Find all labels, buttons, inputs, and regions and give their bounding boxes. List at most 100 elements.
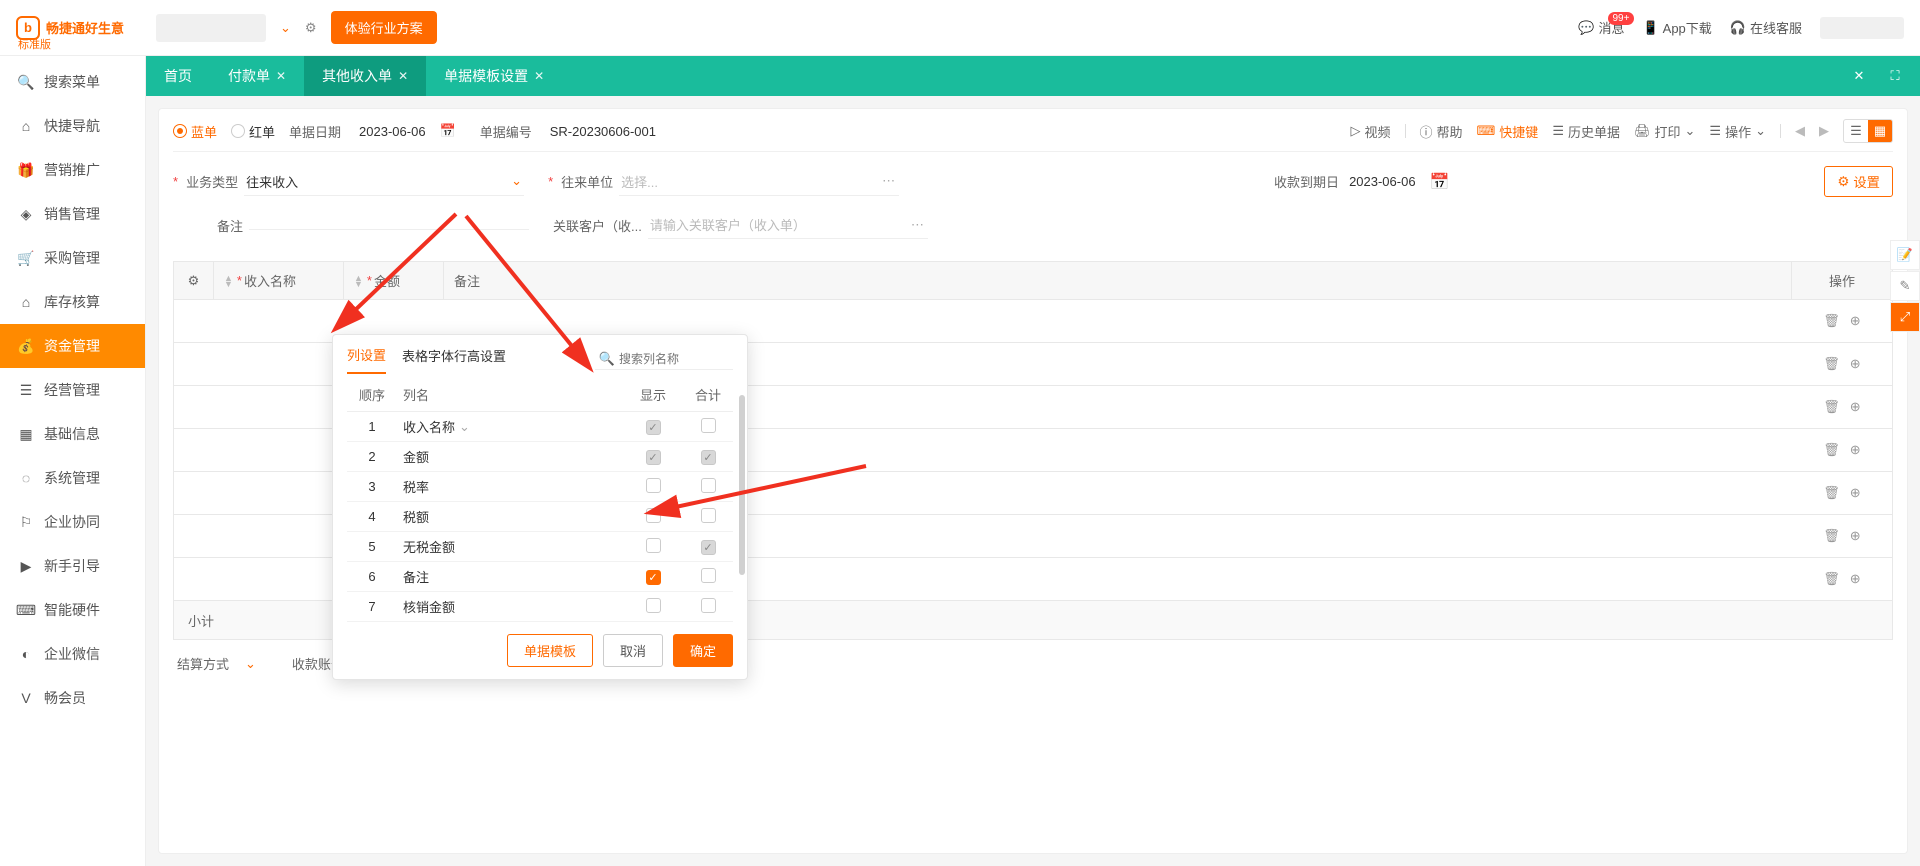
column-settings-trigger[interactable]: ⚙ [174,262,214,299]
view-list-icon[interactable]: ☰ [1844,120,1868,142]
radio-blue[interactable]: 蓝单 [173,122,217,141]
nav-funds[interactable]: 💰资金管理 [0,324,145,368]
copy-icon[interactable]: ⊕ [1850,442,1861,458]
close-icon[interactable]: ✕ [398,69,408,83]
delete-icon[interactable]: 🗑 [1823,571,1840,587]
settings-button[interactable]: ⚙设置 [1824,166,1893,197]
popup-column-row[interactable]: 3税率 [347,472,733,502]
checkbox-icon[interactable]: ✓ [701,540,716,555]
nav-member[interactable]: V畅会员 [0,676,145,720]
nav-management[interactable]: ☰经营管理 [0,368,145,412]
close-icon[interactable]: ✕ [534,69,544,83]
print-link[interactable]: 🖨打印⌄ [1634,122,1695,141]
copy-icon[interactable]: ⊕ [1850,399,1861,415]
popup-search[interactable]: 🔍 [595,349,733,370]
view-grid-icon[interactable]: ▦ [1868,120,1892,142]
party-select[interactable]: 选择...⋯ [619,168,899,196]
nav-search-menu[interactable]: 🔍搜索菜单 [0,60,145,104]
popup-search-input[interactable] [619,352,729,366]
delete-icon[interactable]: 🗑 [1823,485,1840,501]
th-remark[interactable]: 备注 [444,262,1792,299]
doc-date-value[interactable]: 2023-06-06 [359,124,426,139]
checkbox-icon[interactable] [701,478,716,493]
popup-scrollbar[interactable] [739,395,745,575]
delete-icon[interactable]: 🗑 [1823,399,1840,415]
messages-link[interactable]: 💬 消息 99+ [1578,18,1624,37]
delete-icon[interactable]: 🗑 [1823,528,1840,544]
copy-icon[interactable]: ⊕ [1850,528,1861,544]
chevron-down-icon[interactable]: ⌄ [280,20,291,36]
th-amount[interactable]: ▲▼*金额 [344,262,444,299]
close-all-icon[interactable]: ✕ [1846,63,1872,89]
float-expand-icon[interactable]: ⤢ [1890,302,1920,332]
checkbox-icon[interactable] [646,508,661,523]
linked-customer-input[interactable]: 请输入关联客户（收入单）⋯ [648,211,928,239]
try-industry-button[interactable]: 体验行业方案 [331,11,437,44]
checkbox-icon[interactable]: ✓ [646,420,661,435]
user-placeholder[interactable] [1820,17,1904,39]
app-download-link[interactable]: 📱 App下载 [1642,18,1711,37]
calendar-icon[interactable]: 📅 [1430,172,1450,192]
copy-icon[interactable]: ⊕ [1850,356,1861,372]
delete-icon[interactable]: 🗑 [1823,442,1840,458]
checkbox-icon[interactable]: ✓ [701,450,716,465]
nav-marketing[interactable]: 🎁营销推广 [0,148,145,192]
checkbox-icon[interactable]: ✓ [646,570,661,585]
popup-column-row[interactable]: 2金额✓✓ [347,442,733,472]
checkbox-icon[interactable] [701,418,716,433]
tab-payment[interactable]: 付款单✕ [210,56,304,96]
th-income-name[interactable]: ▲▼*收入名称 [214,262,344,299]
checkbox-icon[interactable]: ✓ [646,450,661,465]
customer-service-link[interactable]: 🎧 在线客服 [1730,18,1802,37]
fullscreen-icon[interactable]: ⛶ [1882,63,1908,89]
float-note-icon[interactable]: 📝 [1890,240,1920,270]
popup-column-row[interactable]: 4税额 [347,502,733,532]
chevron-down-icon[interactable]: ⌄ [245,656,256,672]
radio-red[interactable]: 红单 [231,122,275,141]
popup-tab-columns[interactable]: 列设置 [347,345,386,374]
checkbox-icon[interactable] [701,508,716,523]
checkbox-icon[interactable] [701,598,716,613]
nav-newbie[interactable]: ▶新手引导 [0,544,145,588]
copy-icon[interactable]: ⊕ [1850,313,1861,329]
popup-column-row[interactable]: 6备注✓ [347,562,733,592]
shortcut-link[interactable]: ⌨快捷键 [1477,122,1539,141]
help-link[interactable]: ⓘ帮助 [1420,122,1463,141]
tab-home[interactable]: 首页 [146,56,210,96]
nav-system[interactable]: ◌系统管理 [0,456,145,500]
org-selector-placeholder[interactable] [156,14,266,42]
nav-hardware[interactable]: ⌨智能硬件 [0,588,145,632]
remark-input[interactable] [249,221,529,230]
popup-column-row[interactable]: 7核销金额 [347,592,733,622]
copy-icon[interactable]: ⊕ [1850,571,1861,587]
popup-column-row[interactable]: 1收入名称 ⌄✓ [347,412,733,442]
delete-icon[interactable]: 🗑 [1823,356,1840,372]
nav-collab[interactable]: ⚐企业协同 [0,500,145,544]
popup-cancel-button[interactable]: 取消 [603,634,663,667]
delete-icon[interactable]: 🗑 [1823,313,1840,329]
tab-template[interactable]: 单据模板设置✕ [426,56,562,96]
close-icon[interactable]: ✕ [276,69,286,83]
tab-other-income[interactable]: 其他收入单✕ [304,56,426,96]
copy-icon[interactable]: ⊕ [1850,485,1861,501]
popup-tab-font[interactable]: 表格字体行高设置 [402,346,506,373]
due-date-value[interactable]: 2023-06-06 [1349,174,1416,189]
prev-icon[interactable]: ◀ [1795,123,1805,139]
gear-icon[interactable]: ⚙ [305,20,317,36]
popup-template-button[interactable]: 单据模板 [507,634,593,667]
operate-link[interactable]: ☰操作⌄ [1709,122,1766,141]
biz-type-select[interactable]: 往来收入⌄ [244,168,524,196]
next-icon[interactable]: ▶ [1819,123,1829,139]
checkbox-icon[interactable] [646,538,661,553]
nav-inventory[interactable]: ⌂库存核算 [0,280,145,324]
checkbox-icon[interactable] [646,478,661,493]
checkbox-icon[interactable] [646,598,661,613]
nav-wechat[interactable]: ◐企业微信 [0,632,145,676]
nav-purchase[interactable]: 🛒采购管理 [0,236,145,280]
calendar-icon[interactable]: 📅 [440,123,456,139]
history-link[interactable]: ☰历史单据 [1552,122,1620,141]
checkbox-icon[interactable] [701,568,716,583]
float-edit-icon[interactable]: ✎ [1890,271,1920,301]
nav-quick[interactable]: ⌂快捷导航 [0,104,145,148]
popup-column-row[interactable]: 5无税金额✓ [347,532,733,562]
